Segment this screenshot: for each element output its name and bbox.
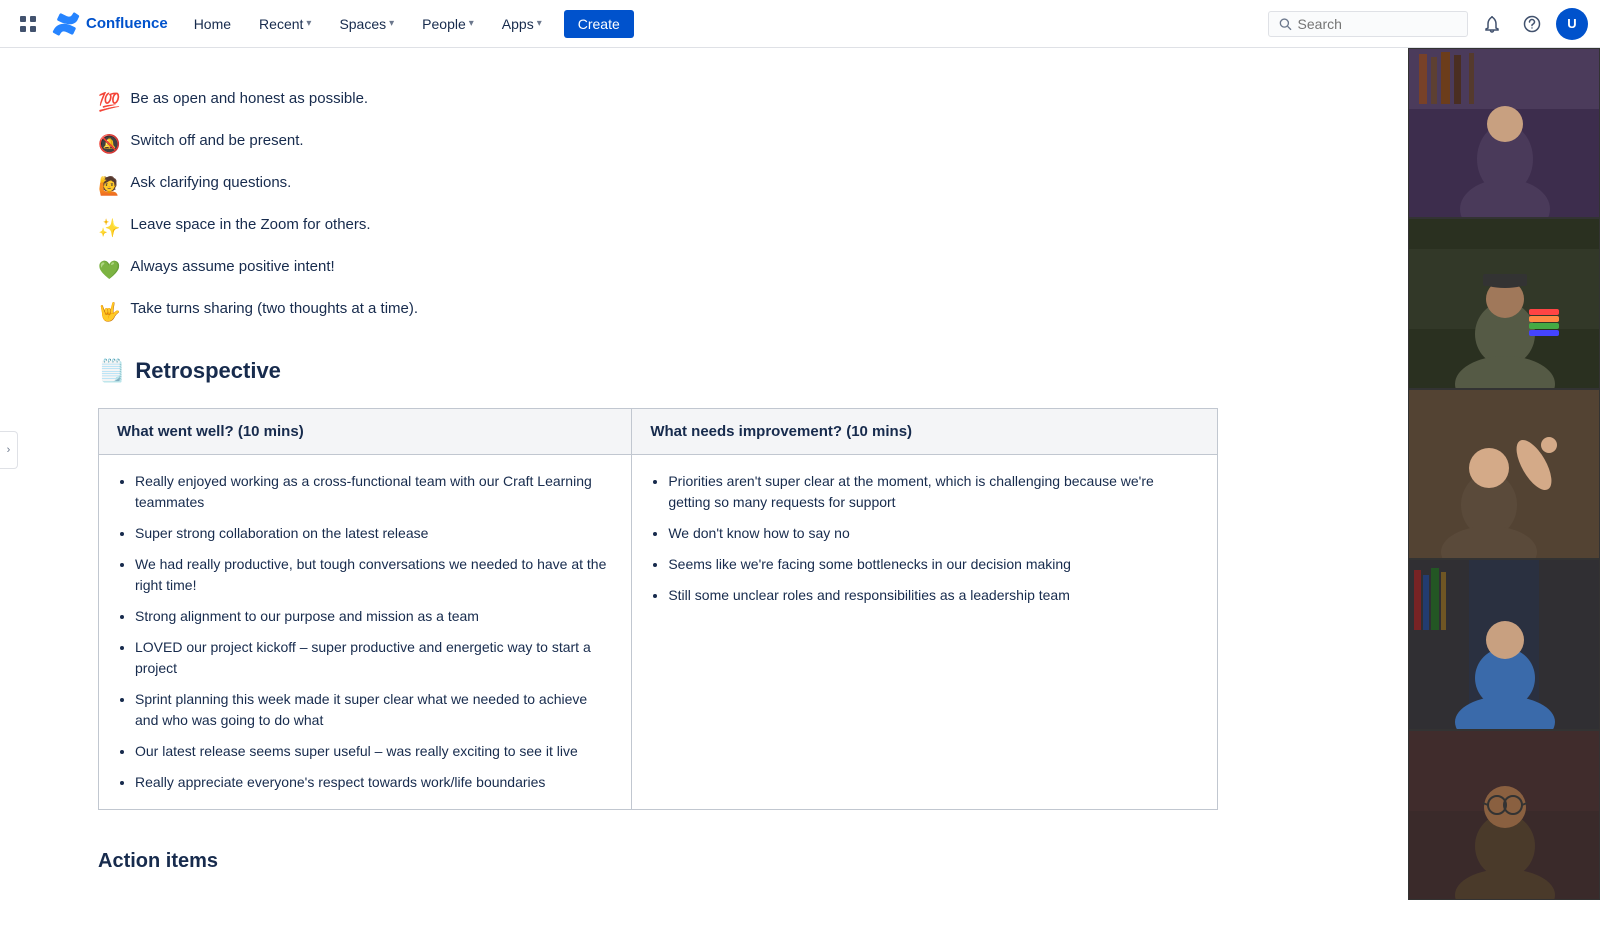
went-well-item: Really appreciate everyone's respect tow… xyxy=(135,772,613,793)
create-button[interactable]: Create xyxy=(564,10,634,38)
search-box[interactable] xyxy=(1268,11,1468,37)
help-icon xyxy=(1523,15,1541,33)
search-input[interactable] xyxy=(1298,16,1457,32)
search-icon xyxy=(1279,17,1292,31)
ground-rule-text: Switch off and be present. xyxy=(130,130,303,153)
video-tile-4 xyxy=(1408,559,1600,729)
ground-rule-emoji: 🔕 xyxy=(98,131,120,158)
ground-rule-emoji: 🙋 xyxy=(98,173,120,200)
went-well-header: What went well? (10 mins) xyxy=(99,409,632,455)
retrospective-emoji: 🗒️ xyxy=(98,358,125,384)
ground-rule-emoji: ✨ xyxy=(98,215,120,242)
ground-rule-item: 🔕 Switch off and be present. xyxy=(98,130,1218,158)
went-well-list: Really enjoyed working as a cross-functi… xyxy=(117,471,613,793)
went-well-item: Super strong collaboration on the latest… xyxy=(135,523,613,544)
ground-rule-emoji: 💯 xyxy=(98,89,120,116)
needs-improvement-item: Still some unclear roles and responsibil… xyxy=(668,585,1199,606)
needs-improvement-cell: Priorities aren't super clear at the mom… xyxy=(632,455,1218,810)
went-well-item: Really enjoyed working as a cross-functi… xyxy=(135,471,613,513)
notifications-button[interactable] xyxy=(1476,8,1508,40)
went-well-item: LOVED our project kickoff – super produc… xyxy=(135,637,613,679)
video-tile-2 xyxy=(1408,218,1600,388)
needs-improvement-header: What needs improvement? (10 mins) xyxy=(632,409,1218,455)
ground-rules-list: 💯 Be as open and honest as possible. 🔕 Swit… xyxy=(98,88,1218,326)
ground-rule-text: Leave space in the Zoom for others. xyxy=(130,214,370,237)
needs-improvement-list: Priorities aren't super clear at the mom… xyxy=(650,471,1199,606)
top-navigation: Confluence Home Recent ▾ Spaces ▾ People… xyxy=(0,0,1600,48)
ground-rule-item: 🙋 Ask clarifying questions. xyxy=(98,172,1218,200)
help-button[interactable] xyxy=(1516,8,1548,40)
video-tile-5 xyxy=(1408,730,1600,900)
ground-rule-text: Ask clarifying questions. xyxy=(130,172,291,195)
ground-rule-text: Take turns sharing (two thoughts at a ti… xyxy=(130,298,418,321)
went-well-item: We had really productive, but tough conv… xyxy=(135,554,613,596)
went-well-item: Strong alignment to our purpose and miss… xyxy=(135,606,613,627)
nav-apps[interactable]: Apps ▾ xyxy=(492,10,552,38)
went-well-cell: Really enjoyed working as a cross-functi… xyxy=(99,455,632,810)
ground-rule-emoji: 💚 xyxy=(98,257,120,284)
ground-rule-item: 🤟 Take turns sharing (two thoughts at a t… xyxy=(98,298,1218,326)
logo-text: Confluence xyxy=(86,15,168,32)
bell-icon xyxy=(1483,15,1501,33)
needs-improvement-item: Priorities aren't super clear at the mom… xyxy=(668,471,1199,513)
confluence-logo[interactable]: Confluence xyxy=(52,10,168,38)
ground-rule-item: 💯 Be as open and honest as possible. xyxy=(98,88,1218,116)
video-tile-3 xyxy=(1408,389,1600,559)
nav-recent[interactable]: Recent ▾ xyxy=(249,10,321,38)
ground-rule-text: Always assume positive intent! xyxy=(130,256,334,279)
went-well-item: Sprint planning this week made it super … xyxy=(135,689,613,731)
video-panel xyxy=(1408,48,1600,900)
retrospective-table: What went well? (10 mins) What needs imp… xyxy=(98,408,1218,810)
people-chevron-icon: ▾ xyxy=(469,18,474,29)
spaces-chevron-icon: ▾ xyxy=(389,18,394,29)
user-avatar[interactable]: U xyxy=(1556,8,1588,40)
video-tile-1 xyxy=(1408,48,1600,218)
app-switcher-button[interactable] xyxy=(12,8,44,40)
nav-spaces[interactable]: Spaces ▾ xyxy=(329,10,404,38)
ground-rule-item: 💚 Always assume positive intent! xyxy=(98,256,1218,284)
recent-chevron-icon: ▾ xyxy=(306,18,311,29)
ground-rule-item: ✨ Leave space in the Zoom for others. xyxy=(98,214,1218,242)
ground-rule-text: Be as open and honest as possible. xyxy=(130,88,368,111)
needs-improvement-item: Seems like we're facing some bottlenecks… xyxy=(668,554,1199,575)
action-items-heading: Action items xyxy=(98,850,1218,873)
retrospective-heading: 🗒️ Retrospective xyxy=(98,358,1218,384)
needs-improvement-item: We don't know how to say no xyxy=(668,523,1199,544)
main-content: 💯 Be as open and honest as possible. 🔕 Swit… xyxy=(18,48,1278,949)
ground-rule-emoji: 🤟 xyxy=(98,299,120,326)
went-well-item: Our latest release seems super useful – … xyxy=(135,741,613,762)
sidebar-toggle-button[interactable]: › xyxy=(0,431,18,469)
apps-chevron-icon: ▾ xyxy=(537,18,542,29)
nav-home[interactable]: Home xyxy=(184,10,241,38)
nav-people[interactable]: People ▾ xyxy=(412,10,484,38)
